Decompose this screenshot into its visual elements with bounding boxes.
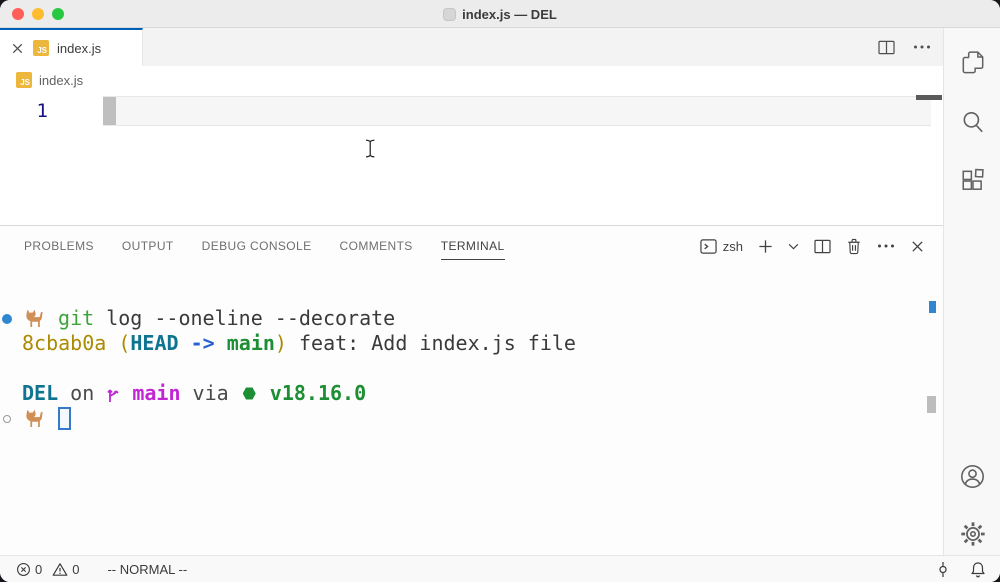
warning-icon: [52, 562, 68, 576]
breadcrumb-file: index.js: [39, 72, 84, 88]
vim-mode-indicator: -- NORMAL --: [107, 561, 188, 577]
terminal-text: DEL: [22, 381, 59, 405]
tab-index-js[interactable]: JS index.js: [0, 28, 143, 66]
javascript-file-icon: JS: [16, 72, 32, 88]
command-pending-decoration: [3, 414, 11, 423]
terminal-text: feat: Add index.js file: [286, 331, 576, 355]
panel-tab-problems[interactable]: PROBLEMS: [24, 233, 94, 260]
cat-emoji-icon: [22, 308, 46, 329]
terminal-text: HEAD: [130, 331, 179, 355]
status-bar: 0 0 -- NORMAL --: [0, 555, 1000, 582]
panel-header: PROBLEMS OUTPUT DEBUG CONSOLE COMMENTS T…: [0, 226, 943, 266]
close-panel-icon[interactable]: [910, 239, 925, 254]
bell-icon[interactable]: [970, 561, 986, 578]
terminal-shell-selector[interactable]: zsh: [700, 238, 743, 255]
more-actions-icon[interactable]: [913, 44, 931, 50]
shell-label: zsh: [722, 238, 743, 254]
chevron-down-icon[interactable]: [788, 243, 799, 250]
terminal-line: 8cbab0a (HEAD -> main) feat: Add index.j…: [22, 331, 922, 356]
vscode-window: index.js — DEL JS index.js JS index.js 1…: [0, 0, 1000, 582]
settings-gear-icon[interactable]: [944, 512, 1000, 556]
error-icon: [17, 562, 30, 576]
terminal-text: on: [58, 381, 107, 405]
bottom-panel: PROBLEMS OUTPUT DEBUG CONSOLE COMMENTS T…: [0, 225, 943, 555]
split-terminal-icon[interactable]: [814, 239, 831, 254]
terminal-overview-command-mark: [929, 301, 936, 313]
breadcrumb[interactable]: JS index.js: [0, 66, 943, 94]
window-title: index.js — DEL: [462, 6, 557, 22]
terminal-text: ->: [190, 331, 215, 355]
account-icon[interactable]: [944, 454, 1000, 498]
cat-emoji-icon: [22, 408, 46, 429]
editor-area[interactable]: 1: [0, 94, 943, 225]
split-editor-icon[interactable]: [878, 40, 895, 55]
explorer-copy-icon[interactable]: [944, 42, 1000, 86]
terminal-text: v18.16.0: [269, 381, 367, 405]
terminal-lines[interactable]: git log --oneline --decorate 8cbab0a (HEA…: [2, 306, 922, 431]
editor-tab-bar: JS index.js: [0, 28, 943, 66]
terminal-text: 8cbab0a (: [22, 331, 131, 355]
terminal-line: [3, 406, 922, 431]
terminal-text: ): [274, 331, 287, 355]
activity-bar: [943, 28, 1000, 555]
nodejs-hexagon-icon: [242, 387, 256, 400]
more-actions-icon[interactable]: [877, 243, 895, 249]
git-branch-icon: [106, 384, 120, 404]
terminal-icon: [700, 238, 717, 254]
new-terminal-icon[interactable]: [758, 239, 773, 254]
tab-label: index.js: [57, 40, 102, 56]
overview-ruler-cursor-mark: [916, 95, 942, 100]
git-commit-icon[interactable]: [936, 561, 950, 578]
panel-tab-output[interactable]: OUTPUT: [122, 233, 174, 260]
title-bar: index.js — DEL: [0, 0, 1000, 28]
terminal-text: log --oneline --decorate: [94, 306, 396, 330]
terminal-text: main: [226, 331, 275, 355]
command-success-decoration: [2, 313, 12, 324]
file-proxy-icon: [443, 7, 457, 21]
terminal-line: git log --oneline --decorate: [2, 306, 922, 331]
line-number: 1: [36, 100, 48, 122]
current-line-highlight: [103, 96, 931, 126]
search-icon[interactable]: [944, 100, 1000, 144]
terminal-text: main: [132, 381, 181, 405]
extensions-icon[interactable]: [944, 158, 1000, 202]
panel-tab-comments[interactable]: COMMENTS: [340, 233, 413, 260]
terminal-scrollbar-thumb[interactable]: [927, 396, 936, 413]
warning-count: 0: [72, 561, 80, 577]
panel-tab-terminal[interactable]: TERMINAL: [440, 233, 505, 260]
terminal-text: via: [180, 381, 241, 405]
problems-status[interactable]: 0 0: [16, 562, 79, 577]
error-count: 0: [35, 561, 43, 577]
terminal-cursor: [58, 407, 72, 430]
trash-icon[interactable]: [846, 238, 862, 255]
vim-block-cursor: [103, 97, 116, 125]
panel-tab-debug-console[interactable]: DEBUG CONSOLE: [202, 233, 312, 260]
terminal-text: git: [58, 306, 95, 330]
javascript-file-icon: JS: [33, 40, 49, 56]
close-tab-icon[interactable]: [10, 41, 25, 56]
terminal-line: DEL on main via v18.16.0: [22, 381, 922, 406]
